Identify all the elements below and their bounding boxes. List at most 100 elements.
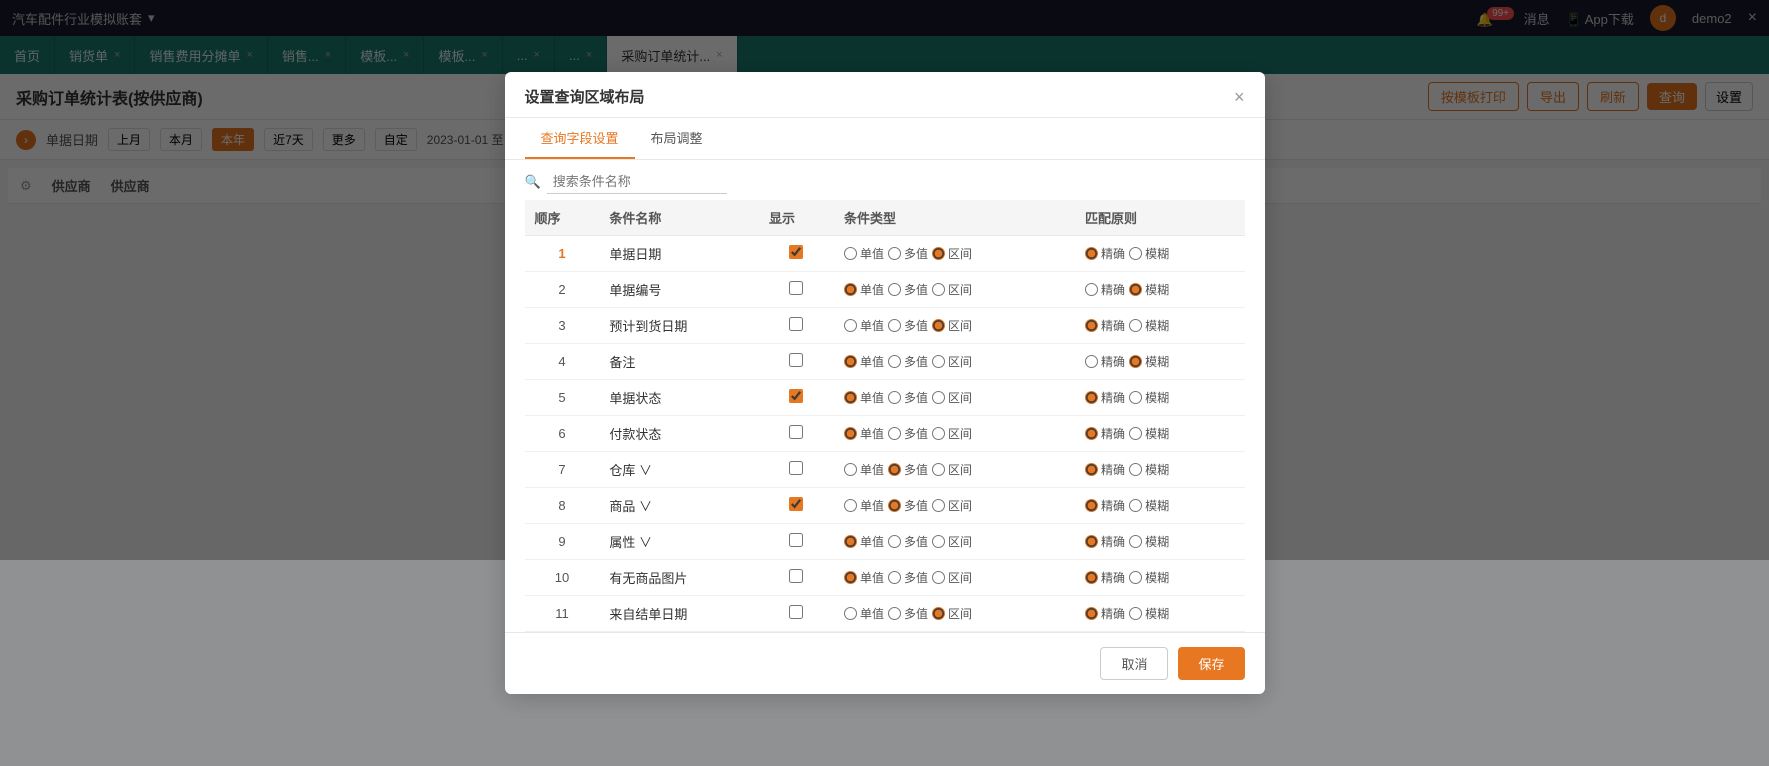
display-checkbox[interactable]: [789, 569, 803, 583]
type-option-单值[interactable]: 单值: [844, 353, 884, 370]
match-option-模糊[interactable]: 模糊: [1129, 281, 1169, 298]
match-option-模糊[interactable]: 模糊: [1129, 569, 1169, 586]
match-radio-精确[interactable]: [1085, 247, 1098, 260]
match-radio-模糊[interactable]: [1129, 355, 1142, 368]
display-checkbox[interactable]: [789, 497, 803, 511]
type-radio-多值[interactable]: [888, 391, 901, 404]
display-checkbox[interactable]: [789, 353, 803, 367]
match-option-模糊[interactable]: 模糊: [1129, 317, 1169, 334]
display-checkbox[interactable]: [789, 281, 803, 295]
match-option-精确[interactable]: 精确: [1085, 245, 1125, 262]
type-radio-多值[interactable]: [888, 319, 901, 332]
type-option-多值[interactable]: 多值: [888, 605, 928, 622]
type-option-单值[interactable]: 单值: [844, 461, 884, 478]
match-radio-模糊[interactable]: [1129, 499, 1142, 512]
type-option-单值[interactable]: 单值: [844, 605, 884, 622]
match-option-精确[interactable]: 精确: [1085, 533, 1125, 550]
match-option-精确[interactable]: 精确: [1085, 389, 1125, 406]
type-radio-区间[interactable]: [932, 607, 945, 620]
type-radio-单值[interactable]: [844, 427, 857, 440]
match-option-精确[interactable]: 精确: [1085, 425, 1125, 442]
match-radio-精确[interactable]: [1085, 355, 1098, 368]
match-option-精确[interactable]: 精确: [1085, 461, 1125, 478]
type-radio-多值[interactable]: [888, 427, 901, 440]
type-radio-单值[interactable]: [844, 607, 857, 620]
match-option-精确[interactable]: 精确: [1085, 569, 1125, 586]
match-option-模糊[interactable]: 模糊: [1129, 245, 1169, 262]
type-radio-单值[interactable]: [844, 247, 857, 260]
match-radio-模糊[interactable]: [1129, 607, 1142, 620]
display-checkbox[interactable]: [789, 317, 803, 331]
type-option-区间[interactable]: 区间: [932, 533, 972, 550]
type-option-区间[interactable]: 区间: [932, 245, 972, 262]
type-option-区间[interactable]: 区间: [932, 281, 972, 298]
dialog-close-button[interactable]: ×: [1234, 88, 1245, 106]
type-option-单值[interactable]: 单值: [844, 389, 884, 406]
type-radio-区间[interactable]: [932, 355, 945, 368]
type-option-多值[interactable]: 多值: [888, 425, 928, 442]
display-checkbox[interactable]: [789, 461, 803, 475]
match-option-模糊[interactable]: 模糊: [1129, 389, 1169, 406]
type-option-区间[interactable]: 区间: [932, 461, 972, 478]
type-radio-区间[interactable]: [932, 427, 945, 440]
type-option-多值[interactable]: 多值: [888, 245, 928, 262]
display-checkbox[interactable]: [789, 605, 803, 619]
type-option-区间[interactable]: 区间: [932, 425, 972, 442]
match-option-模糊[interactable]: 模糊: [1129, 461, 1169, 478]
match-radio-精确[interactable]: [1085, 319, 1098, 332]
type-radio-区间[interactable]: [932, 535, 945, 548]
match-option-精确[interactable]: 精确: [1085, 497, 1125, 514]
type-option-单值[interactable]: 单值: [844, 317, 884, 334]
type-radio-单值[interactable]: [844, 319, 857, 332]
search-input[interactable]: [547, 170, 727, 194]
type-radio-区间[interactable]: [932, 391, 945, 404]
match-radio-模糊[interactable]: [1129, 319, 1142, 332]
match-radio-精确[interactable]: [1085, 499, 1098, 512]
type-option-多值[interactable]: 多值: [888, 353, 928, 370]
type-option-区间[interactable]: 区间: [932, 353, 972, 370]
type-radio-多值[interactable]: [888, 283, 901, 296]
type-option-多值[interactable]: 多值: [888, 497, 928, 514]
dialog-tab-query-fields[interactable]: 查询字段设置: [525, 118, 635, 159]
match-option-模糊[interactable]: 模糊: [1129, 353, 1169, 370]
match-option-精确[interactable]: 精确: [1085, 317, 1125, 334]
type-radio-区间[interactable]: [932, 247, 945, 260]
type-option-区间[interactable]: 区间: [932, 317, 972, 334]
type-radio-多值[interactable]: [888, 535, 901, 548]
type-option-区间[interactable]: 区间: [932, 497, 972, 514]
display-checkbox[interactable]: [789, 389, 803, 403]
type-radio-单值[interactable]: [844, 535, 857, 548]
type-radio-多值[interactable]: [888, 607, 901, 620]
match-radio-精确[interactable]: [1085, 463, 1098, 476]
type-radio-单值[interactable]: [844, 571, 857, 584]
type-radio-单值[interactable]: [844, 391, 857, 404]
type-radio-多值[interactable]: [888, 463, 901, 476]
display-checkbox[interactable]: [789, 425, 803, 439]
match-option-精确[interactable]: 精确: [1085, 353, 1125, 370]
type-option-单值[interactable]: 单值: [844, 425, 884, 442]
match-option-模糊[interactable]: 模糊: [1129, 497, 1169, 514]
match-radio-精确[interactable]: [1085, 535, 1098, 548]
type-radio-多值[interactable]: [888, 247, 901, 260]
match-radio-精确[interactable]: [1085, 571, 1098, 584]
match-radio-精确[interactable]: [1085, 427, 1098, 440]
type-option-单值[interactable]: 单值: [844, 533, 884, 550]
match-option-模糊[interactable]: 模糊: [1129, 425, 1169, 442]
match-option-精确[interactable]: 精确: [1085, 605, 1125, 622]
type-radio-单值[interactable]: [844, 355, 857, 368]
match-radio-精确[interactable]: [1085, 283, 1098, 296]
type-radio-区间[interactable]: [932, 571, 945, 584]
match-radio-模糊[interactable]: [1129, 571, 1142, 584]
type-option-区间[interactable]: 区间: [932, 569, 972, 586]
type-option-多值[interactable]: 多值: [888, 461, 928, 478]
match-radio-精确[interactable]: [1085, 607, 1098, 620]
match-option-模糊[interactable]: 模糊: [1129, 605, 1169, 622]
match-option-精确[interactable]: 精确: [1085, 281, 1125, 298]
cancel-button[interactable]: 取消: [1100, 647, 1168, 680]
type-option-单值[interactable]: 单值: [844, 569, 884, 586]
type-radio-区间[interactable]: [932, 319, 945, 332]
dialog-tab-layout[interactable]: 布局调整: [635, 118, 719, 159]
type-option-区间[interactable]: 区间: [932, 605, 972, 622]
type-radio-多值[interactable]: [888, 499, 901, 512]
type-option-单值[interactable]: 单值: [844, 497, 884, 514]
